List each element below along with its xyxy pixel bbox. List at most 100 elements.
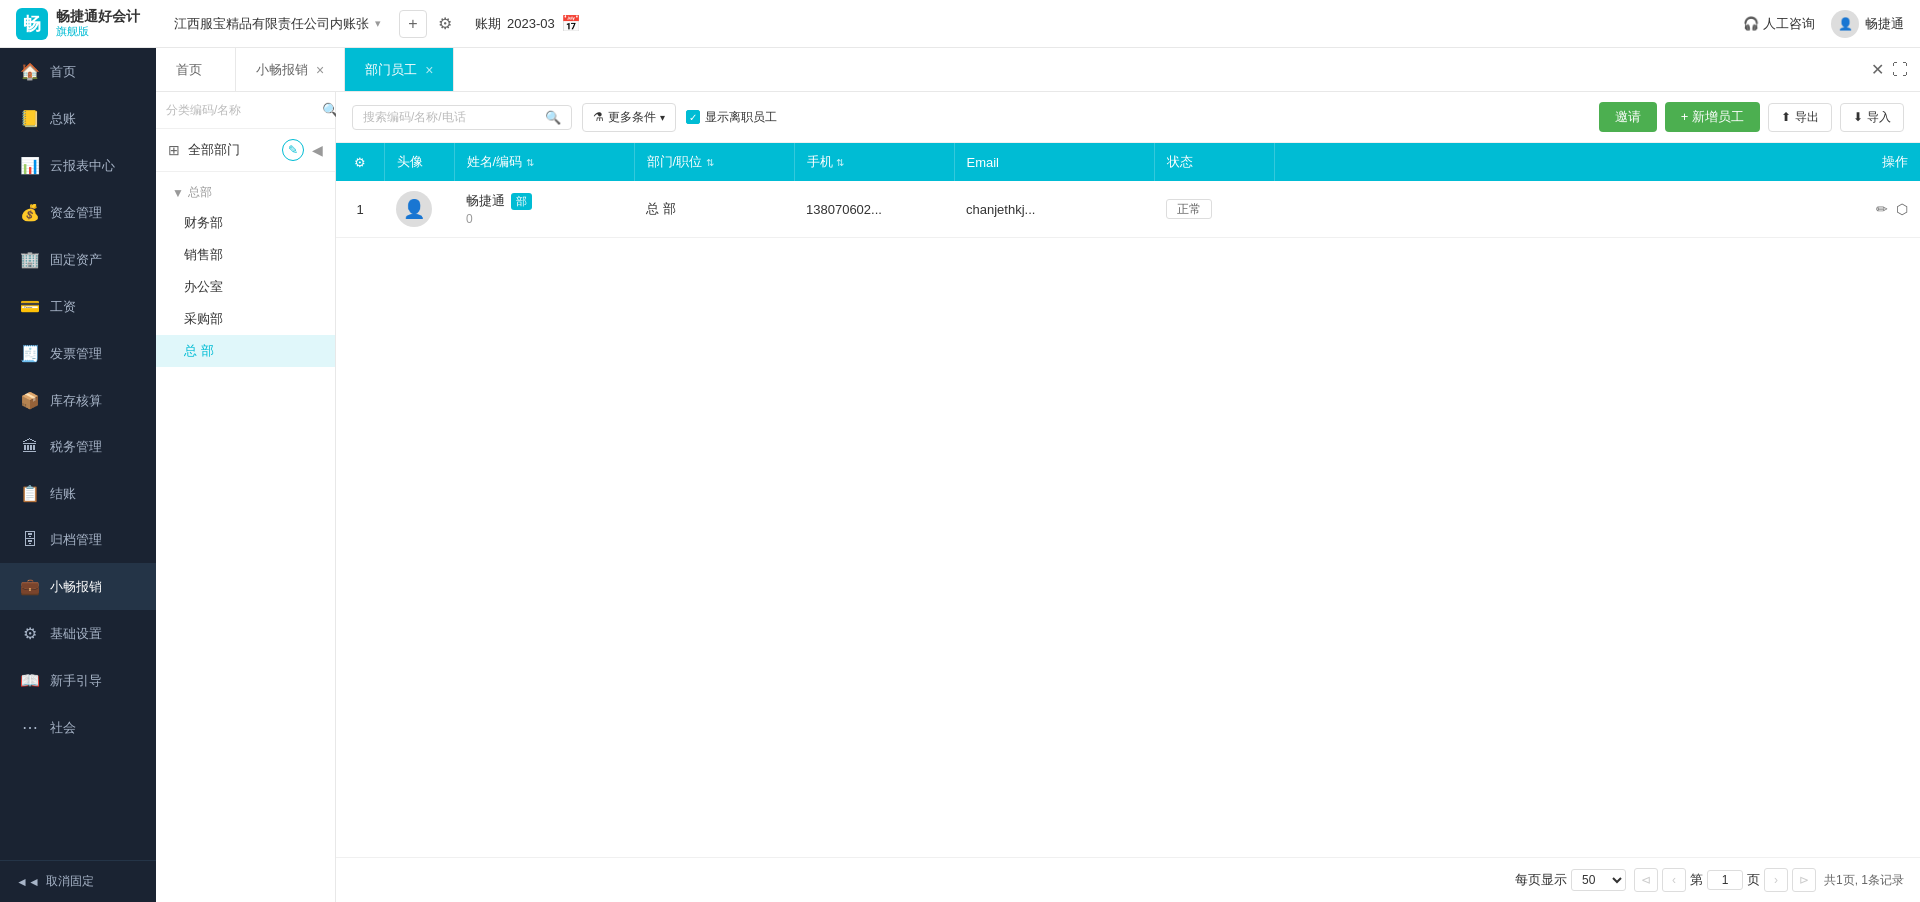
sidebar-item-payroll[interactable]: 💳 工资 — [0, 283, 156, 330]
content-area: 首页 小畅报销 × 部门员工 × ✕ ⛶ 🔍 — [156, 48, 1920, 902]
close-period-icon: 📋 — [20, 484, 40, 503]
dept-root-name: 总部 — [188, 184, 212, 201]
sidebar-item-invoices[interactable]: 🧾 发票管理 — [0, 330, 156, 377]
user-area[interactable]: 👤 畅捷通 — [1831, 10, 1904, 38]
sidebar-label-tax: 税务管理 — [50, 438, 102, 456]
employee-avatar: 👤 — [396, 191, 432, 227]
sidebar-item-ledger[interactable]: 📒 总账 — [0, 95, 156, 142]
top-header: 畅 畅捷通好会计 旗舰版 江西服宝精品有限责任公司内账张 ▾ + ⚙ 账期 20… — [0, 0, 1920, 48]
sidebar-label-payroll: 工资 — [50, 298, 76, 316]
dept-collapse-icon[interactable]: ◀ — [312, 142, 323, 158]
cell-index: 1 — [336, 181, 384, 238]
sidebar-item-expense[interactable]: 💼 小畅报销 — [0, 563, 156, 610]
header-actions: 🎧 人工咨询 👤 畅捷通 — [1743, 10, 1904, 38]
sidebar-unpin-button[interactable]: ◄◄ 取消固定 — [0, 860, 156, 902]
dept-search-input[interactable] — [166, 103, 316, 117]
sidebar-item-inventory[interactable]: 📦 库存核算 — [0, 377, 156, 424]
th-phone[interactable]: 手机 ⇅ — [794, 143, 954, 181]
sidebar-item-assets[interactable]: 🏢 固定资产 — [0, 236, 156, 283]
page-prev-button[interactable]: ‹ — [1662, 868, 1686, 892]
avatar: 👤 — [1831, 10, 1859, 38]
cell-avatar: 👤 — [384, 181, 454, 238]
cell-phone: 138070602... — [794, 181, 954, 238]
logo-area: 畅 畅捷通好会计 旗舰版 — [16, 8, 166, 40]
dept-node-purchase[interactable]: 采购部 — [156, 303, 335, 335]
edit-button[interactable]: ✏ — [1876, 201, 1888, 217]
cell-dept: 总 部 — [634, 181, 794, 238]
employee-name: 畅捷通 — [466, 192, 505, 210]
dept-root-label: ▼ 总部 — [156, 178, 335, 207]
dept-node-office[interactable]: 办公室 — [156, 271, 335, 303]
table-header: ⚙ 头像 姓名/编码 ⇅ 部门/职位 — [336, 143, 1920, 181]
th-name[interactable]: 姓名/编码 ⇅ — [454, 143, 634, 181]
sidebar-item-reports[interactable]: 📊 云报表中心 — [0, 142, 156, 189]
page-size-label: 每页显示 — [1515, 871, 1567, 889]
import-button[interactable]: ⬇ 导入 — [1840, 103, 1904, 132]
more-icon: ⋯ — [20, 718, 40, 737]
dept-edit-button[interactable]: ✎ — [282, 139, 304, 161]
sidebar-item-close[interactable]: 📋 结账 — [0, 470, 156, 517]
sidebar-item-more[interactable]: ⋯ 社会 — [0, 704, 156, 751]
cell-actions: ✏ ⬡ — [1274, 181, 1920, 238]
logout-button[interactable]: ⬡ — [1896, 201, 1908, 217]
employee-table: ⚙ 头像 姓名/编码 ⇅ 部门/职位 — [336, 143, 1920, 238]
invite-button[interactable]: 邀请 — [1599, 102, 1657, 132]
sidebar-label-expense: 小畅报销 — [50, 578, 102, 596]
settings-button[interactable]: ⚙ — [431, 10, 459, 38]
filter-icon: ⚗ — [593, 110, 604, 124]
sidebar-item-archive[interactable]: 🗄 归档管理 — [0, 517, 156, 563]
support-label: 人工咨询 — [1763, 15, 1815, 33]
tab-home[interactable]: 首页 — [156, 48, 236, 91]
cell-email: chanjethkj... — [954, 181, 1154, 238]
page-total: 共1页, 1条记录 — [1824, 872, 1904, 889]
page-next-button[interactable]: › — [1764, 868, 1788, 892]
sidebar-item-tax[interactable]: 🏛 税务管理 — [0, 424, 156, 470]
company-selector[interactable]: 江西服宝精品有限责任公司内账张 ▾ — [166, 11, 389, 37]
th-avatar: 头像 — [384, 143, 454, 181]
search-input[interactable] — [363, 110, 539, 124]
search-box: 🔍 — [352, 105, 572, 130]
pin-icon: ◄◄ — [16, 875, 40, 889]
tab-dept[interactable]: 部门员工 × — [345, 48, 454, 91]
tab-expense-close[interactable]: × — [316, 62, 324, 78]
company-dropdown-icon: ▾ — [375, 17, 381, 30]
sidebar-label-close: 结账 — [50, 485, 76, 503]
th-dept[interactable]: 部门/职位 ⇅ — [634, 143, 794, 181]
period-selector[interactable]: 账期 2023-03 📅 — [475, 14, 581, 33]
sidebar-item-settings[interactable]: ⚙ 基础设置 — [0, 610, 156, 657]
show-resigned-area[interactable]: ✓ 显示离职员工 — [686, 109, 777, 126]
pagination: 每页显示 50 10 20 100 ⊲ ‹ 第 页 — [336, 857, 1920, 902]
sidebar-item-funds[interactable]: 💰 资金管理 — [0, 189, 156, 236]
dept-header: ⊞ 全部部门 ✎ ◀ — [156, 129, 335, 172]
search-icon[interactable]: 🔍 — [545, 110, 561, 125]
th-settings[interactable]: ⚙ — [336, 143, 384, 181]
calendar-icon[interactable]: 📅 — [561, 14, 581, 33]
tab-expand-button[interactable]: ⛶ — [1892, 61, 1908, 79]
show-resigned-checkbox[interactable]: ✓ — [686, 110, 700, 124]
page-size-select[interactable]: 50 10 20 100 — [1571, 869, 1626, 891]
page-number-input[interactable] — [1707, 870, 1743, 890]
dept-node-finance[interactable]: 财务部 — [156, 207, 335, 239]
user-name: 畅捷通 — [1865, 15, 1904, 33]
sidebar-item-home[interactable]: 🏠 首页 — [0, 48, 156, 95]
sidebar-label-invoices: 发票管理 — [50, 345, 102, 363]
add-account-button[interactable]: + — [399, 10, 427, 38]
filter-button[interactable]: ⚗ 更多条件 ▾ — [582, 103, 676, 132]
export-button[interactable]: ⬆ 导出 — [1768, 103, 1832, 132]
tab-expense[interactable]: 小畅报销 × — [236, 48, 345, 91]
add-employee-button[interactable]: + 新增员工 — [1665, 102, 1760, 132]
assets-icon: 🏢 — [20, 250, 40, 269]
support-button[interactable]: 🎧 人工咨询 — [1743, 15, 1815, 33]
sidebar: 🏠 首页 📒 总账 📊 云报表中心 💰 资金管理 🏢 固定资产 💳 工资 🧾 发… — [0, 48, 156, 902]
page-last-button[interactable]: ⊳ — [1792, 868, 1816, 892]
dept-node-general[interactable]: 总 部 — [156, 335, 335, 367]
page-first-button[interactable]: ⊲ — [1634, 868, 1658, 892]
tab-close-window-button[interactable]: ✕ — [1871, 60, 1884, 79]
sidebar-item-guide[interactable]: 📖 新手引导 — [0, 657, 156, 704]
tab-expense-label: 小畅报销 — [256, 61, 308, 79]
sidebar-label-more: 社会 — [50, 719, 76, 737]
logo-text: 畅捷通好会计 — [56, 8, 140, 25]
tab-dept-close[interactable]: × — [425, 62, 433, 78]
tab-actions: ✕ ⛶ — [1859, 48, 1920, 91]
dept-node-sales[interactable]: 销售部 — [156, 239, 335, 271]
